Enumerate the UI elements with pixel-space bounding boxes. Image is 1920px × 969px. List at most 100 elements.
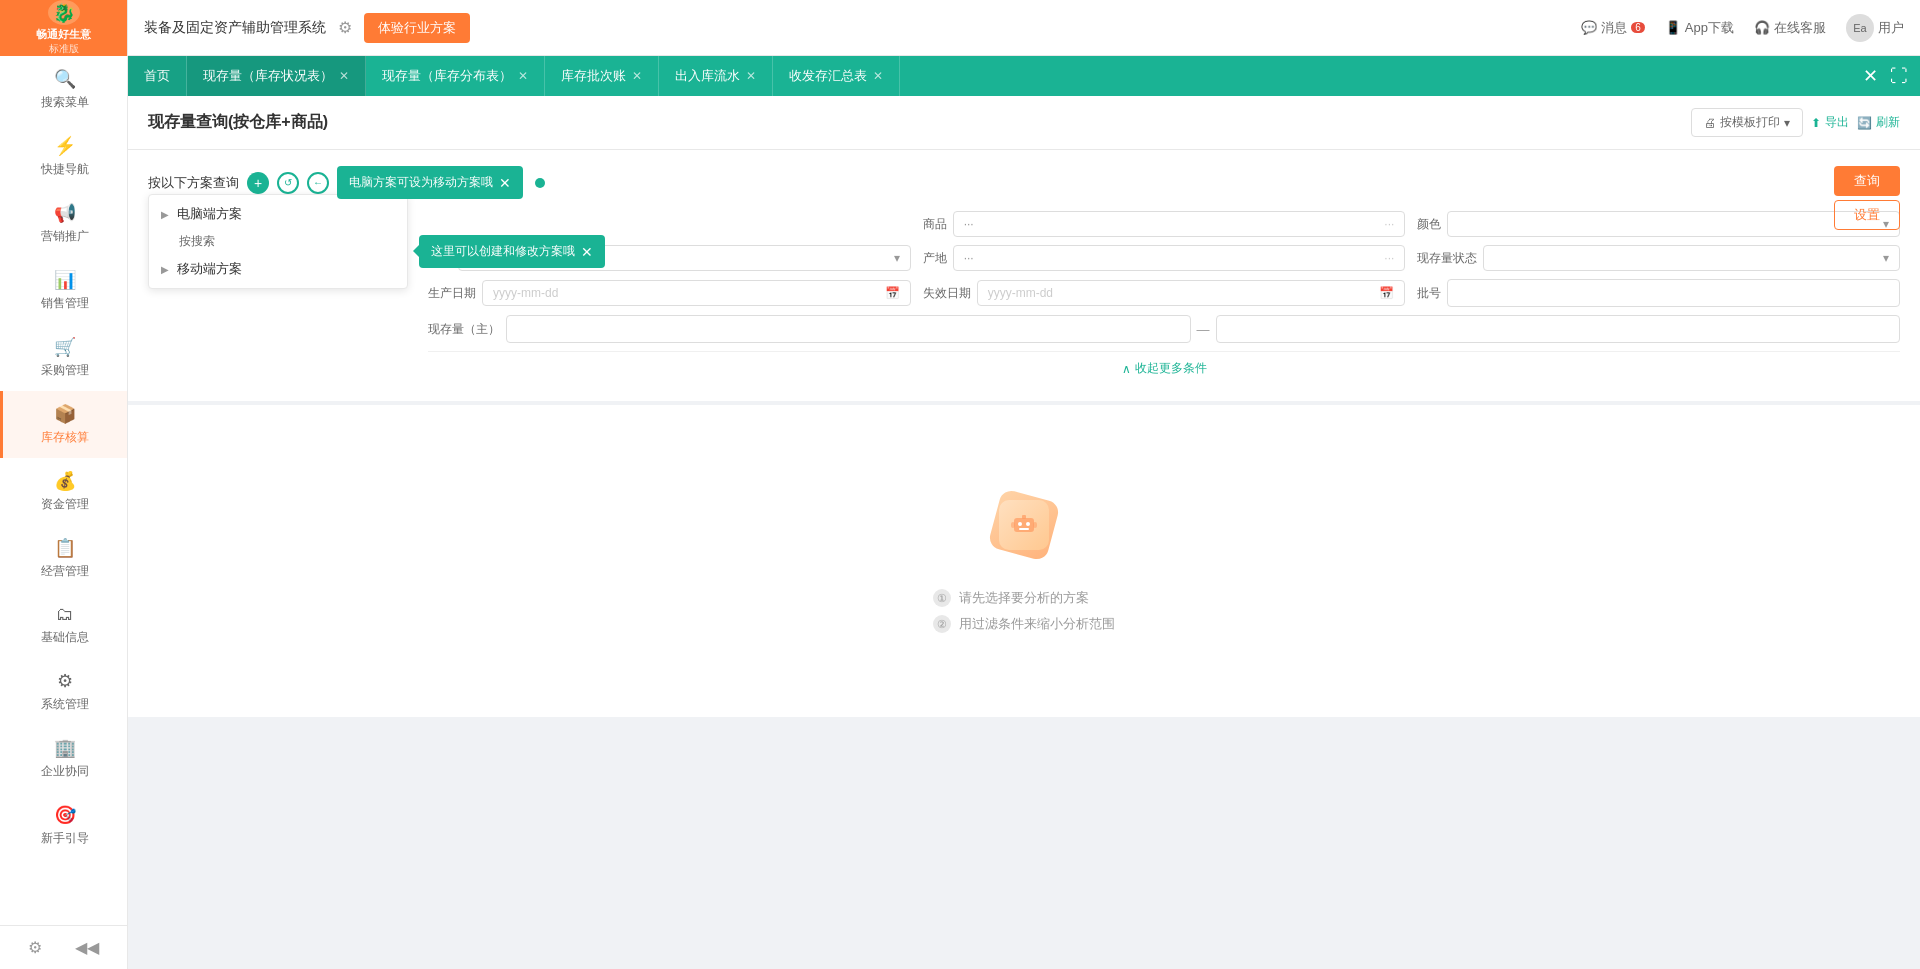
origin-select[interactable]: ··· ··· (953, 245, 1406, 271)
reset-button[interactable]: 设置 (1834, 200, 1900, 230)
scheme-mobile-item[interactable]: ▶ 移动端方案 (149, 254, 407, 284)
sidebar-item-label: 搜索菜单 (41, 94, 89, 111)
industry-button[interactable]: 体验行业方案 (364, 13, 470, 43)
goods-label: 商品 (923, 216, 947, 233)
batch-input[interactable] (1447, 279, 1900, 307)
finance-icon: 💰 (54, 470, 76, 492)
collapse-bar[interactable]: ∧ 收起更多条件 (428, 351, 1900, 385)
stock-qty-label: 现存量（主） (428, 321, 500, 338)
tab-summary[interactable]: 收发存汇总表 ✕ (773, 56, 900, 96)
app-download-item[interactable]: 📱 App下载 (1665, 19, 1734, 37)
message-label: 消息 (1601, 19, 1627, 37)
scheme-desktop-item[interactable]: ▶ 电脑端方案 (149, 199, 407, 229)
sidebar-item-label: 营销推广 (41, 228, 89, 245)
sidebar-item-finance[interactable]: 💰 资金管理 (0, 458, 127, 525)
refresh-scheme-button[interactable]: ↺ (277, 172, 299, 194)
sidebar-item-label: 经营管理 (41, 563, 89, 580)
empty-steps: ① 请先选择要分析的方案 ② 用过滤条件来缩小分析范围 (933, 585, 1115, 637)
collapse-button[interactable]: ◀◀ (75, 938, 99, 957)
stock-status-label: 现存量状态 (1417, 250, 1477, 267)
guide-icon: 🎯 (54, 804, 76, 826)
filter-area: 按以下方案查询 + ↺ ← 电脑方案可设为移动方案哦 ✕ ▶ 电脑端方案 (128, 150, 1920, 401)
sidebar-item-purchase[interactable]: 🛒 采购管理 (0, 324, 127, 391)
page-header-actions: 🖨 按模板打印 ▾ ⬆ 导出 🔄 刷新 (1691, 108, 1900, 137)
message-item[interactable]: 💬 消息 6 (1581, 19, 1645, 37)
service-item[interactable]: 🎧 在线客服 (1754, 19, 1826, 37)
scheme-sub-item[interactable]: 按搜索 (149, 229, 407, 254)
expire-date-input[interactable]: yyyy-mm-dd 📅 (977, 280, 1406, 306)
chevron-down-icon: ▾ (1784, 116, 1790, 130)
tab-inventory-dist-close[interactable]: ✕ (518, 69, 528, 83)
sidebar: 🐉 畅通好生意 标准版 🔍 搜索菜单 ⚡ 快捷导航 📢 营销推广 📊 销售管理 … (0, 0, 128, 969)
sidebar-item-marketing[interactable]: 📢 营销推广 (0, 190, 127, 257)
filter-row-2: 尺码 产地 ··· ··· 现存量状态 (428, 245, 1900, 271)
stock-qty-from-input[interactable] (506, 315, 1191, 343)
origin-label: 产地 (923, 250, 947, 267)
chevron-right-icon2: ▶ (161, 264, 169, 275)
sidebar-item-guide[interactable]: 🎯 新手引导 (0, 792, 127, 859)
settings-gear-button[interactable]: ⚙ (338, 18, 352, 37)
goods-select[interactable]: ··· ··· (953, 211, 1406, 237)
export-button[interactable]: ⬆ 导出 (1811, 114, 1849, 131)
tab-flow-label: 出入库流水 (675, 67, 740, 85)
tab-flow-close[interactable]: ✕ (746, 69, 756, 83)
print-icon: 🖨 (1704, 116, 1716, 130)
tab-summary-close[interactable]: ✕ (873, 69, 883, 83)
phone-icon: 📱 (1665, 20, 1681, 35)
chevron-right-icon: ▶ (161, 209, 169, 220)
tab-fullscreen-button[interactable]: ⛶ (1886, 62, 1912, 91)
stock-qty-to-input[interactable] (1216, 315, 1901, 343)
calendar-icon1[interactable]: 📅 (885, 286, 900, 300)
sidebar-item-system[interactable]: ⚙ 系统管理 (0, 658, 127, 725)
sidebar-item-search[interactable]: 🔍 搜索菜单 (0, 56, 127, 123)
tab-inventory-dist-label: 现存量（库存分布表） (382, 67, 512, 85)
scheme-panel: ▶ 电脑端方案 按搜索 ▶ 移动端方案 这里可以创建和修改方案哦 ✕ (148, 194, 408, 289)
empty-step-2: ② 用过滤条件来缩小分析范围 (933, 611, 1115, 637)
sidebar-item-label: 资金管理 (41, 496, 89, 513)
quick-icon: ⚡ (54, 135, 76, 157)
chevron-up-icon: ∧ (1122, 362, 1131, 376)
main-content: 现存量查询(按仓库+商品) 🖨 按模板打印 ▾ ⬆ 导出 🔄 刷新 按以下方案查… (128, 96, 1920, 969)
tab-inventory-status-close[interactable]: ✕ (339, 69, 349, 83)
scheme-mobile-label: 移动端方案 (177, 260, 242, 278)
tab-close-all-button[interactable]: ✕ (1859, 61, 1882, 91)
user-item[interactable]: Ea 用户 (1846, 14, 1904, 42)
template-print-button[interactable]: 🖨 按模板打印 ▾ (1691, 108, 1803, 137)
tab-flow[interactable]: 出入库流水 ✕ (659, 56, 773, 96)
tooltip2-close-button[interactable]: ✕ (581, 244, 593, 260)
tab-home[interactable]: 首页 (128, 56, 187, 96)
logo-icon: 🐉 (48, 0, 80, 25)
tab-inventory-status[interactable]: 现存量（库存状况表） ✕ (187, 56, 366, 96)
tooltip1-close-button[interactable]: ✕ (499, 175, 511, 191)
refresh-button[interactable]: 🔄 刷新 (1857, 114, 1900, 131)
sidebar-item-basic[interactable]: 🗂 基础信息 (0, 592, 127, 658)
back-scheme-button[interactable]: ← (307, 172, 329, 194)
produce-date-input[interactable]: yyyy-mm-dd 📅 (482, 280, 911, 306)
sidebar-item-inventory[interactable]: 📦 库存核算 (0, 391, 127, 458)
step-num-1: ① (933, 589, 951, 607)
message-icon: 💬 (1581, 20, 1597, 35)
export-icon: ⬆ (1811, 116, 1821, 130)
topbar: 装备及固定资产辅助管理系统 ⚙ 体验行业方案 💬 消息 6 📱 App下载 🎧 … (128, 0, 1920, 56)
search-button[interactable]: 查询 (1834, 166, 1900, 196)
stock-status-select[interactable] (1483, 245, 1900, 271)
tab-actions: ✕ ⛶ (1851, 56, 1920, 96)
calendar-icon2[interactable]: 📅 (1379, 286, 1394, 300)
tab-batch[interactable]: 库存批次账 ✕ (545, 56, 659, 96)
settings-button[interactable]: ⚙ (28, 938, 42, 957)
tab-batch-close[interactable]: ✕ (632, 69, 642, 83)
refresh-icon: 🔄 (1857, 116, 1872, 130)
search-buttons: 查询 设置 (1834, 166, 1900, 230)
add-scheme-button[interactable]: + (247, 172, 269, 194)
color-select[interactable] (1447, 211, 1900, 237)
sidebar-item-quick[interactable]: ⚡ 快捷导航 (0, 123, 127, 190)
sidebar-item-sales[interactable]: 📊 销售管理 (0, 257, 127, 324)
produce-date-label: 生产日期 (428, 285, 476, 302)
tabbar: 首页 现存量（库存状况表） ✕ 现存量（库存分布表） ✕ 库存批次账 ✕ 出入库… (128, 56, 1920, 96)
tab-inventory-dist[interactable]: 现存量（库存分布表） ✕ (366, 56, 545, 96)
sidebar-footer: ⚙ ◀◀ (0, 925, 127, 969)
dot-indicator (535, 178, 545, 188)
sidebar-item-enterprise[interactable]: 🏢 企业协同 (0, 725, 127, 792)
svg-rect-6 (1033, 522, 1037, 528)
sidebar-item-operation[interactable]: 📋 经营管理 (0, 525, 127, 592)
